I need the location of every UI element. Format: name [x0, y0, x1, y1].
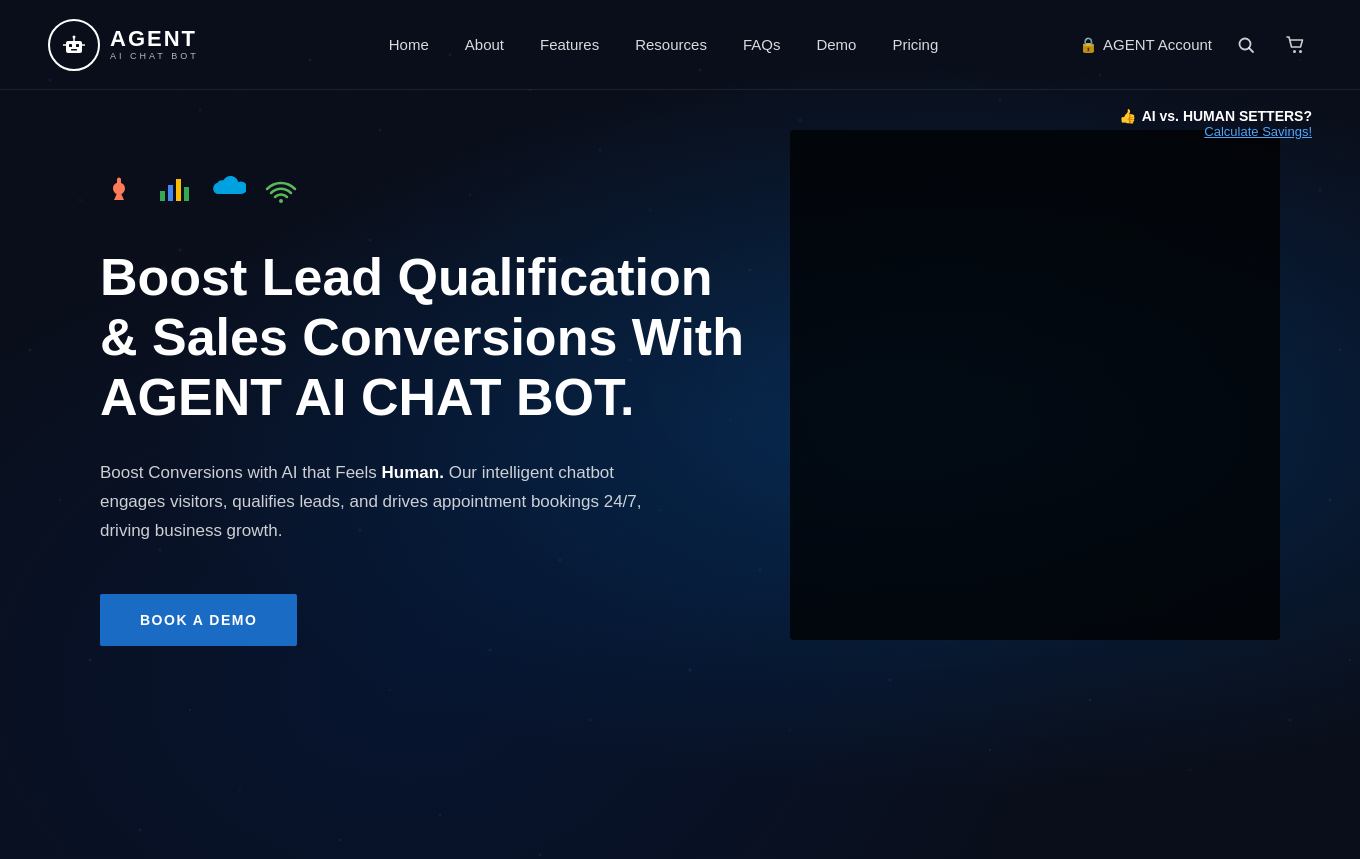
- nav-link-resources[interactable]: Resources: [635, 36, 707, 53]
- svg-point-111: [1299, 50, 1302, 53]
- svg-point-105: [73, 35, 76, 38]
- svg-rect-101: [69, 44, 72, 47]
- nav-link-home[interactable]: Home: [389, 36, 429, 53]
- demo-panel: [790, 130, 1280, 640]
- announcement-line1: 👍 AI vs. HUMAN SETTERS?: [1119, 108, 1312, 124]
- thumbs-up-icon: 👍: [1119, 108, 1136, 124]
- book-demo-button[interactable]: BOOK A DEMO: [100, 594, 297, 646]
- signal-icon: [262, 170, 300, 208]
- robot-svg: [60, 31, 88, 59]
- logo-subtitle: AI CHAT BOT: [110, 52, 199, 62]
- logo-robot-icon: [48, 19, 100, 71]
- account-link[interactable]: 🔒 AGENT Account: [1079, 36, 1212, 54]
- svg-rect-116: [184, 187, 189, 201]
- svg-rect-113: [160, 191, 165, 201]
- svg-rect-114: [168, 185, 173, 201]
- hero-desc-strong: Human.: [382, 463, 444, 482]
- nav-link-about[interactable]: About: [465, 36, 504, 53]
- hero-desc-prefix: Boost Conversions with AI that Feels: [100, 463, 382, 482]
- salesforce-icon: [208, 170, 246, 208]
- nav-link-features[interactable]: Features: [540, 36, 599, 53]
- announcement-text: AI vs. HUMAN SETTERS?: [1142, 108, 1312, 124]
- hero-description: Boost Conversions with AI that Feels Hum…: [100, 459, 680, 546]
- svg-point-110: [1293, 50, 1296, 53]
- hero-right: [790, 150, 1280, 640]
- nav-link-faqs[interactable]: FAQs: [743, 36, 781, 53]
- svg-line-109: [1249, 48, 1253, 52]
- cart-button[interactable]: [1280, 29, 1312, 61]
- announcement-bar: 👍 AI vs. HUMAN SETTERS? Calculate Saving…: [1119, 108, 1312, 139]
- hero-title: Boost Lead Qualification & Sales Convers…: [100, 248, 750, 427]
- hubspot-icon: [100, 170, 138, 208]
- nav-right: 🔒 AGENT Account: [1079, 29, 1312, 61]
- svg-rect-103: [71, 49, 77, 51]
- svg-point-117: [279, 199, 283, 203]
- nav-link-pricing[interactable]: Pricing: [892, 36, 938, 53]
- search-icon: [1237, 36, 1255, 54]
- svg-point-112: [117, 186, 122, 191]
- svg-rect-115: [176, 179, 181, 201]
- navbar: AGENT AI CHAT BOT Home About Features Re…: [0, 0, 1360, 90]
- cart-icon: [1285, 34, 1307, 56]
- account-label: AGENT Account: [1103, 36, 1212, 53]
- svg-rect-102: [76, 44, 79, 47]
- lock-icon: 🔒: [1079, 36, 1098, 54]
- logo[interactable]: AGENT AI CHAT BOT: [48, 15, 248, 75]
- calculate-savings-link[interactable]: Calculate Savings!: [1119, 124, 1312, 139]
- integration-icons: [100, 170, 750, 208]
- nav-link-demo[interactable]: Demo: [816, 36, 856, 53]
- nav-menu: Home About Features Resources FAQs Demo …: [389, 36, 939, 54]
- logo-text: AGENT AI CHAT BOT: [110, 27, 199, 61]
- svg-rect-100: [66, 41, 82, 53]
- logo-brand: AGENT: [110, 27, 199, 51]
- search-button[interactable]: [1230, 29, 1262, 61]
- hero-content: Boost Lead Qualification & Sales Convers…: [100, 150, 750, 646]
- svg-point-77: [539, 854, 542, 857]
- analytics-icon: [154, 170, 192, 208]
- hero-section: Boost Lead Qualification & Sales Convers…: [0, 90, 1360, 840]
